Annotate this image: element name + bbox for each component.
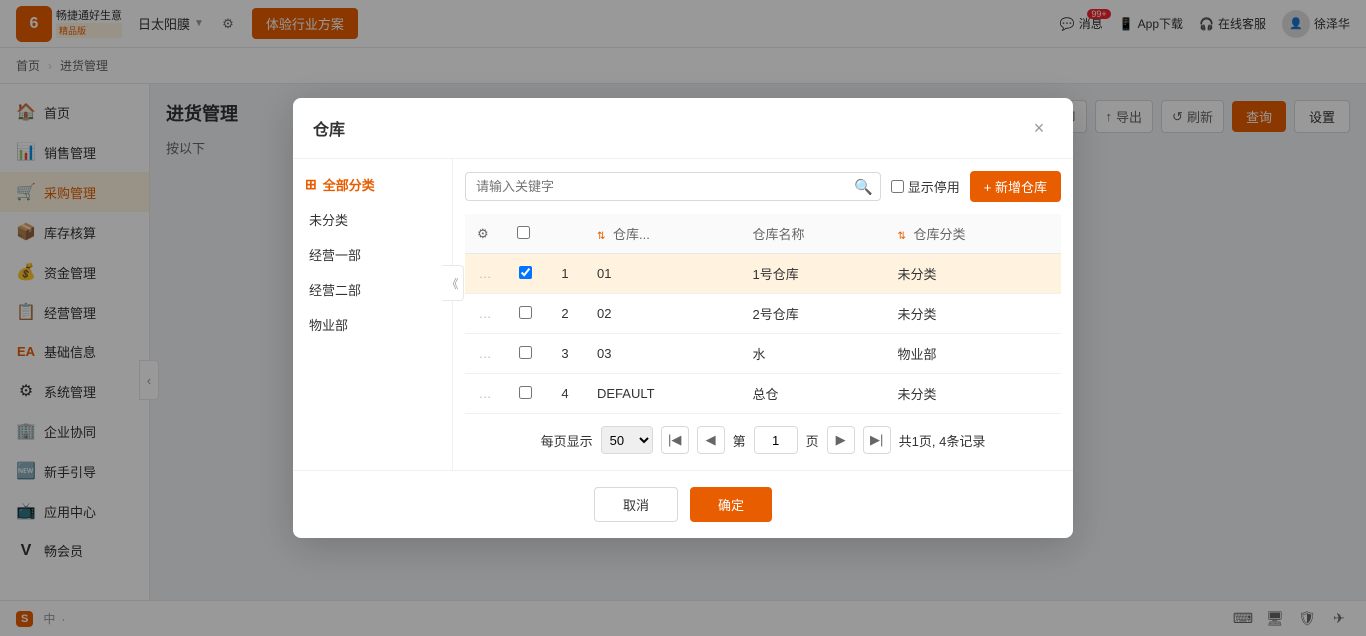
th-gear: ⚙ — [465, 214, 505, 254]
all-categories-label: 全部分类 — [323, 175, 375, 194]
row-checkbox[interactable] — [505, 254, 545, 294]
show-disabled-label[interactable]: 显示停用 — [891, 177, 960, 196]
modal-overlay: 仓库 × ⊞ 全部分类 未分类 经营一部 经营二部 物业部 《 — [0, 0, 1366, 636]
category-item-property[interactable]: 物业部 — [293, 307, 452, 342]
row-category: 未分类 — [885, 374, 1061, 414]
add-warehouse-button[interactable]: + 新增仓库 — [970, 171, 1061, 202]
search-icon[interactable]: 🔍 — [854, 178, 873, 196]
row-more-icon[interactable]: … — [465, 254, 505, 294]
row-code: 02 — [585, 294, 741, 334]
category-item-ops1[interactable]: 经营一部 — [293, 237, 452, 272]
th-num — [545, 214, 585, 254]
modal-body: ⊞ 全部分类 未分类 经营一部 经营二部 物业部 《 🔍 — [293, 159, 1073, 470]
first-page-btn[interactable]: |◀ — [661, 426, 689, 454]
table-row[interactable]: … 2 02 2号仓库 未分类 — [465, 294, 1061, 334]
modal-close-button[interactable]: × — [1025, 114, 1053, 142]
row-code: 03 — [585, 334, 741, 374]
table-toolbar: 🔍 显示停用 + 新增仓库 — [465, 171, 1061, 202]
table-header-row: ⚙ ⇅ 仓库... 仓库名称 — [465, 214, 1061, 254]
category-collapse-btn[interactable]: 《 — [442, 265, 464, 301]
table-row[interactable]: … 1 01 1号仓库 未分类 — [465, 254, 1061, 294]
row-name: 总仓 — [741, 374, 886, 414]
th-category: ⇅ 仓库分类 — [885, 214, 1061, 254]
row-more-icon[interactable]: … — [465, 334, 505, 374]
row-code: DEFAULT — [585, 374, 741, 414]
page-label-prefix: 第 — [733, 431, 746, 450]
per-page-label: 每页显示 — [541, 431, 593, 450]
warehouse-table: ⚙ ⇅ 仓库... 仓库名称 — [465, 214, 1061, 414]
row-name: 1号仓库 — [741, 254, 886, 294]
category-item-ops2[interactable]: 经营二部 — [293, 272, 452, 307]
select-all-checkbox[interactable] — [517, 226, 530, 239]
table-row[interactable]: … 4 DEFAULT 总仓 未分类 — [465, 374, 1061, 414]
pagination: 每页显示 50 10 20 100 |◀ ◀ 第 页 ▶ ▶| 共1页, 4条记… — [465, 414, 1061, 458]
row-num: 3 — [545, 334, 585, 374]
row-num: 2 — [545, 294, 585, 334]
row-checkbox[interactable] — [505, 374, 545, 414]
show-disabled-checkbox[interactable] — [891, 180, 904, 193]
row-num: 1 — [545, 254, 585, 294]
prev-page-btn[interactable]: ◀ — [697, 426, 725, 454]
row-more-icon[interactable]: … — [465, 374, 505, 414]
modal-title: 仓库 — [313, 116, 345, 140]
modal-header: 仓库 × — [293, 98, 1073, 159]
warehouse-modal: 仓库 × ⊞ 全部分类 未分类 经营一部 经营二部 物业部 《 — [293, 98, 1073, 538]
th-code[interactable]: ⇅ 仓库... — [585, 214, 741, 254]
row-category: 物业部 — [885, 334, 1061, 374]
row-num: 4 — [545, 374, 585, 414]
per-page-select[interactable]: 50 10 20 100 — [601, 426, 653, 454]
sort-icon-code: ⇅ — [597, 231, 605, 242]
modal-footer: 取消 确定 — [293, 470, 1073, 538]
last-page-btn[interactable]: ▶| — [863, 426, 891, 454]
all-categories-button[interactable]: ⊞ 全部分类 — [293, 167, 452, 202]
category-panel: ⊞ 全部分类 未分类 经营一部 经营二部 物业部 《 — [293, 159, 453, 470]
row-checkbox[interactable] — [505, 334, 545, 374]
confirm-button[interactable]: 确定 — [690, 487, 772, 522]
row-category: 未分类 — [885, 254, 1061, 294]
row-category: 未分类 — [885, 294, 1061, 334]
row-checkbox[interactable] — [505, 294, 545, 334]
page-input[interactable] — [754, 426, 798, 454]
page-label-suffix: 页 — [806, 431, 819, 450]
th-name: 仓库名称 — [741, 214, 886, 254]
sort-icon-category: ⇅ — [897, 231, 905, 242]
row-code: 01 — [585, 254, 741, 294]
total-info: 共1页, 4条记录 — [899, 431, 986, 450]
grid-icon: ⊞ — [305, 176, 317, 193]
row-more-icon[interactable]: … — [465, 294, 505, 334]
table-row[interactable]: … 3 03 水 物业部 — [465, 334, 1061, 374]
next-page-btn[interactable]: ▶ — [827, 426, 855, 454]
search-input-wrap: 🔍 — [465, 172, 881, 201]
category-item-unclassified[interactable]: 未分类 — [293, 202, 452, 237]
row-name: 2号仓库 — [741, 294, 886, 334]
table-panel: 🔍 显示停用 + 新增仓库 ⚙ — [453, 159, 1073, 470]
row-name: 水 — [741, 334, 886, 374]
search-input[interactable] — [465, 172, 881, 201]
th-check — [505, 214, 545, 254]
cancel-button[interactable]: 取消 — [594, 487, 678, 522]
